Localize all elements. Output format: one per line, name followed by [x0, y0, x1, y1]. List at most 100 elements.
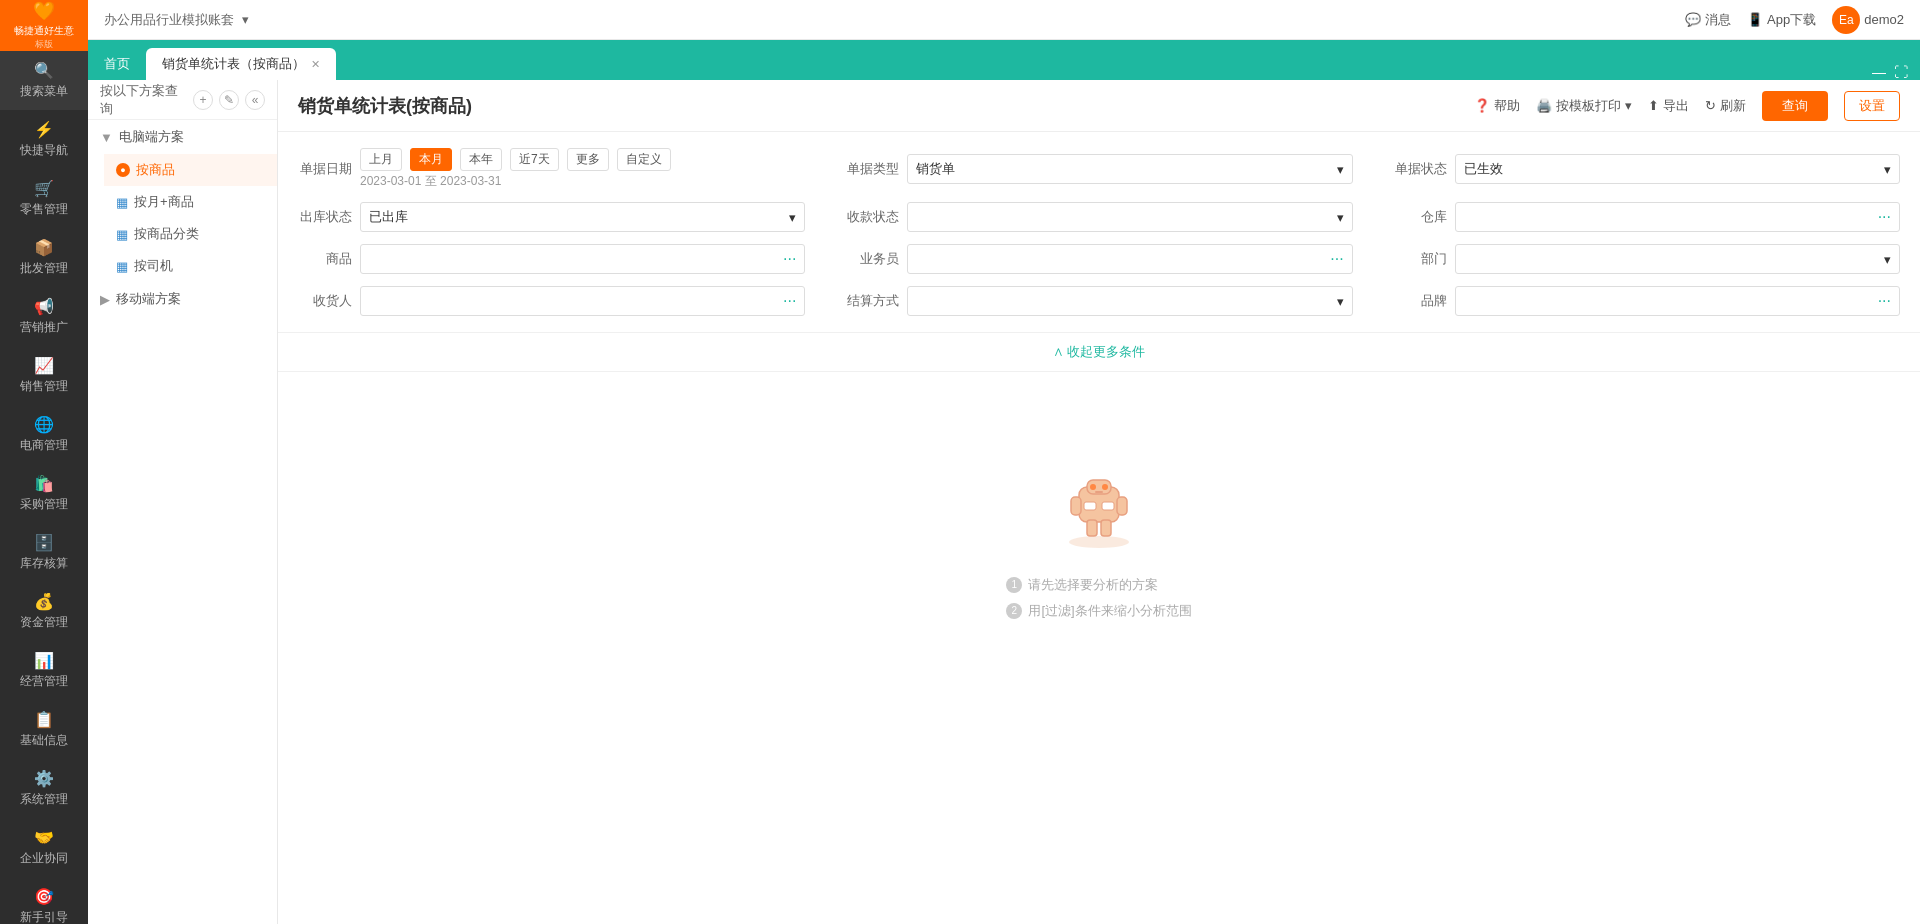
goods-dots[interactable]: ···	[783, 250, 796, 268]
right-panel: 销货单统计表(按商品) ❓ 帮助 🖨️ 按模板打印 ▾ ⬆	[278, 80, 1920, 924]
collapse-more-btn[interactable]: ∧ 收起更多条件	[278, 333, 1920, 372]
sidebar-item-label: 库存核算	[20, 555, 68, 572]
print-btn[interactable]: 🖨️ 按模板打印 ▾	[1536, 97, 1632, 115]
tabbar-actions: — ⛶	[1872, 64, 1920, 80]
sidebar-item-purchase[interactable]: 🛍️ 采购管理	[0, 464, 88, 523]
goods-select[interactable]: ···	[360, 244, 805, 274]
scheme-by-cashier[interactable]: ▦ 按司机	[104, 250, 277, 282]
add-scheme-btn[interactable]: +	[193, 90, 213, 110]
warehouse-status-select[interactable]: 已出库 ▾	[360, 202, 805, 232]
warehouse-select[interactable]: ···	[1455, 202, 1900, 232]
message-btn[interactable]: 💬 消息	[1685, 11, 1731, 29]
sidebar-item-newbie[interactable]: 🎯 新手引导	[0, 877, 88, 924]
tip1-num: 1	[1006, 577, 1022, 593]
department-dropdown-icon: ▾	[1884, 252, 1891, 267]
date-last7-btn[interactable]: 近7天	[510, 148, 559, 171]
doc-status-value: 已生效	[1464, 160, 1503, 178]
maximize-icon[interactable]: ⛶	[1894, 64, 1908, 80]
finance-icon: 💰	[34, 592, 54, 611]
sidebar-item-operation[interactable]: 📊 经营管理	[0, 641, 88, 700]
sidebar-item-enterprise[interactable]: 🤝 企业协同	[0, 818, 88, 877]
minimize-icon[interactable]: —	[1872, 64, 1886, 80]
query-button[interactable]: 查询	[1762, 91, 1828, 121]
tab-sales-stat[interactable]: 销货单统计表（按商品） ✕	[146, 48, 336, 80]
brand-select[interactable]: ···	[1455, 286, 1900, 316]
warehouse-label: 仓库	[1393, 208, 1447, 226]
export-btn[interactable]: ⬆ 导出	[1648, 97, 1689, 115]
date-cur-year-btn[interactable]: 本年	[460, 148, 502, 171]
goods-label: 商品	[298, 250, 352, 268]
sidebar-item-search[interactable]: 🔍 搜索菜单	[0, 51, 88, 110]
tree-item-mobile[interactable]: ▶ 移动端方案	[88, 282, 277, 316]
scheme-by-cashier-label: 按司机	[134, 257, 173, 275]
salesperson-dots[interactable]: ···	[1330, 250, 1343, 268]
tree-item-pc[interactable]: ▼ 电脑端方案	[88, 120, 277, 154]
avatar-initials: Ea	[1839, 13, 1854, 27]
sidebar-item-label: 基础信息	[20, 732, 68, 749]
sidebar-item-finance[interactable]: 💰 资金管理	[0, 582, 88, 641]
scheme-icon2: ▦	[116, 227, 128, 242]
department-select[interactable]: ▾	[1455, 244, 1900, 274]
enterprise-icon: 🤝	[34, 828, 54, 847]
empty-state: 1 请先选择要分析的方案 2 用[过滤]条件来缩小分析范围	[278, 372, 1920, 704]
recipient-dots[interactable]: ···	[783, 292, 796, 310]
sidebar-item-system[interactable]: ⚙️ 系统管理	[0, 759, 88, 818]
date-custom-btn[interactable]: 自定义	[617, 148, 671, 171]
filter-row-2: 出库状态 已出库 ▾ 收款状态 ▾	[298, 202, 1900, 232]
salesperson-select[interactable]: ···	[907, 244, 1352, 274]
message-label: 消息	[1705, 11, 1731, 29]
date-prev-month-btn[interactable]: 上月	[360, 148, 402, 171]
date-cur-month-btn[interactable]: 本月	[410, 148, 452, 171]
scheme-by-month-goods[interactable]: ▦ 按月+商品	[104, 186, 277, 218]
refresh-btn[interactable]: ↻ 刷新	[1705, 97, 1746, 115]
sidebar-item-retail[interactable]: 🛒 零售管理	[0, 169, 88, 228]
scheme-by-goods[interactable]: ● 按商品	[104, 154, 277, 186]
user-profile-btn[interactable]: Ea demo2	[1832, 6, 1904, 34]
doc-type-select[interactable]: 销货单 ▾	[907, 154, 1352, 184]
doc-type-dropdown-icon: ▾	[1337, 162, 1344, 177]
doc-status-select[interactable]: 已生效 ▾	[1455, 154, 1900, 184]
sidebar-item-inventory[interactable]: 🗄️ 库存核算	[0, 523, 88, 582]
date-more-btn[interactable]: 更多	[567, 148, 609, 171]
sidebar-item-marketing[interactable]: 📢 营销推广	[0, 287, 88, 346]
scheme-by-goods-label: 按商品	[136, 161, 175, 179]
date-buttons: 上月 本月 本年 近7天 更多 自定义	[360, 148, 805, 171]
doc-status-dropdown-icon: ▾	[1884, 162, 1891, 177]
settings-button[interactable]: 设置	[1844, 91, 1900, 121]
filter-row-3: 商品 ··· 业务员 ···	[298, 244, 1900, 274]
download-icon: 📱	[1747, 12, 1763, 27]
main-area: 办公用品行业模拟账套 ▾ 💬 消息 📱 App下载 Ea demo2 首页	[88, 0, 1920, 924]
svg-rect-9	[1101, 520, 1111, 536]
settlement-select[interactable]: ▾	[907, 286, 1352, 316]
tree-arrow-icon2: ▶	[100, 292, 110, 307]
warehouse-dots[interactable]: ···	[1878, 208, 1891, 226]
avatar: Ea	[1832, 6, 1860, 34]
sidebar-item-ecommerce[interactable]: 🌐 电商管理	[0, 405, 88, 464]
recipient-select[interactable]: ···	[360, 286, 805, 316]
scheme-by-goods-category[interactable]: ▦ 按商品分类	[104, 218, 277, 250]
add-icon: +	[199, 93, 206, 107]
help-btn[interactable]: ❓ 帮助	[1474, 97, 1520, 115]
refresh-label: 刷新	[1720, 97, 1746, 115]
warehouse-status-value: 已出库	[369, 208, 408, 226]
filter-goods-field: 商品 ···	[298, 244, 805, 274]
sidebar-item-label: 资金管理	[20, 614, 68, 631]
scheme-header-label: 按以下方案查询	[100, 82, 185, 118]
page-header: 销货单统计表(按商品) ❓ 帮助 🖨️ 按模板打印 ▾ ⬆	[278, 80, 1920, 132]
sidebar-item-basic[interactable]: 📋 基础信息	[0, 700, 88, 759]
brand-dots[interactable]: ···	[1878, 292, 1891, 310]
sidebar-item-label: 搜索菜单	[20, 83, 68, 100]
sidebar-item-quick-nav[interactable]: ⚡ 快捷导航	[0, 110, 88, 169]
app-download-btn[interactable]: 📱 App下载	[1747, 11, 1816, 29]
collapse-panel-btn[interactable]: «	[245, 90, 265, 110]
collapse-label: ∧ 收起更多条件	[1053, 344, 1146, 359]
tab-home[interactable]: 首页	[88, 48, 146, 80]
tip2-num: 2	[1006, 603, 1022, 619]
sidebar-item-sales[interactable]: 📈 销售管理	[0, 346, 88, 405]
dropdown-icon[interactable]: ▾	[242, 12, 249, 27]
edit-scheme-btn[interactable]: ✎	[219, 90, 239, 110]
tab-close-icon[interactable]: ✕	[311, 58, 320, 71]
payment-status-select[interactable]: ▾	[907, 202, 1352, 232]
sidebar-item-wholesale[interactable]: 📦 批发管理	[0, 228, 88, 287]
app-download-label: App下载	[1767, 11, 1816, 29]
